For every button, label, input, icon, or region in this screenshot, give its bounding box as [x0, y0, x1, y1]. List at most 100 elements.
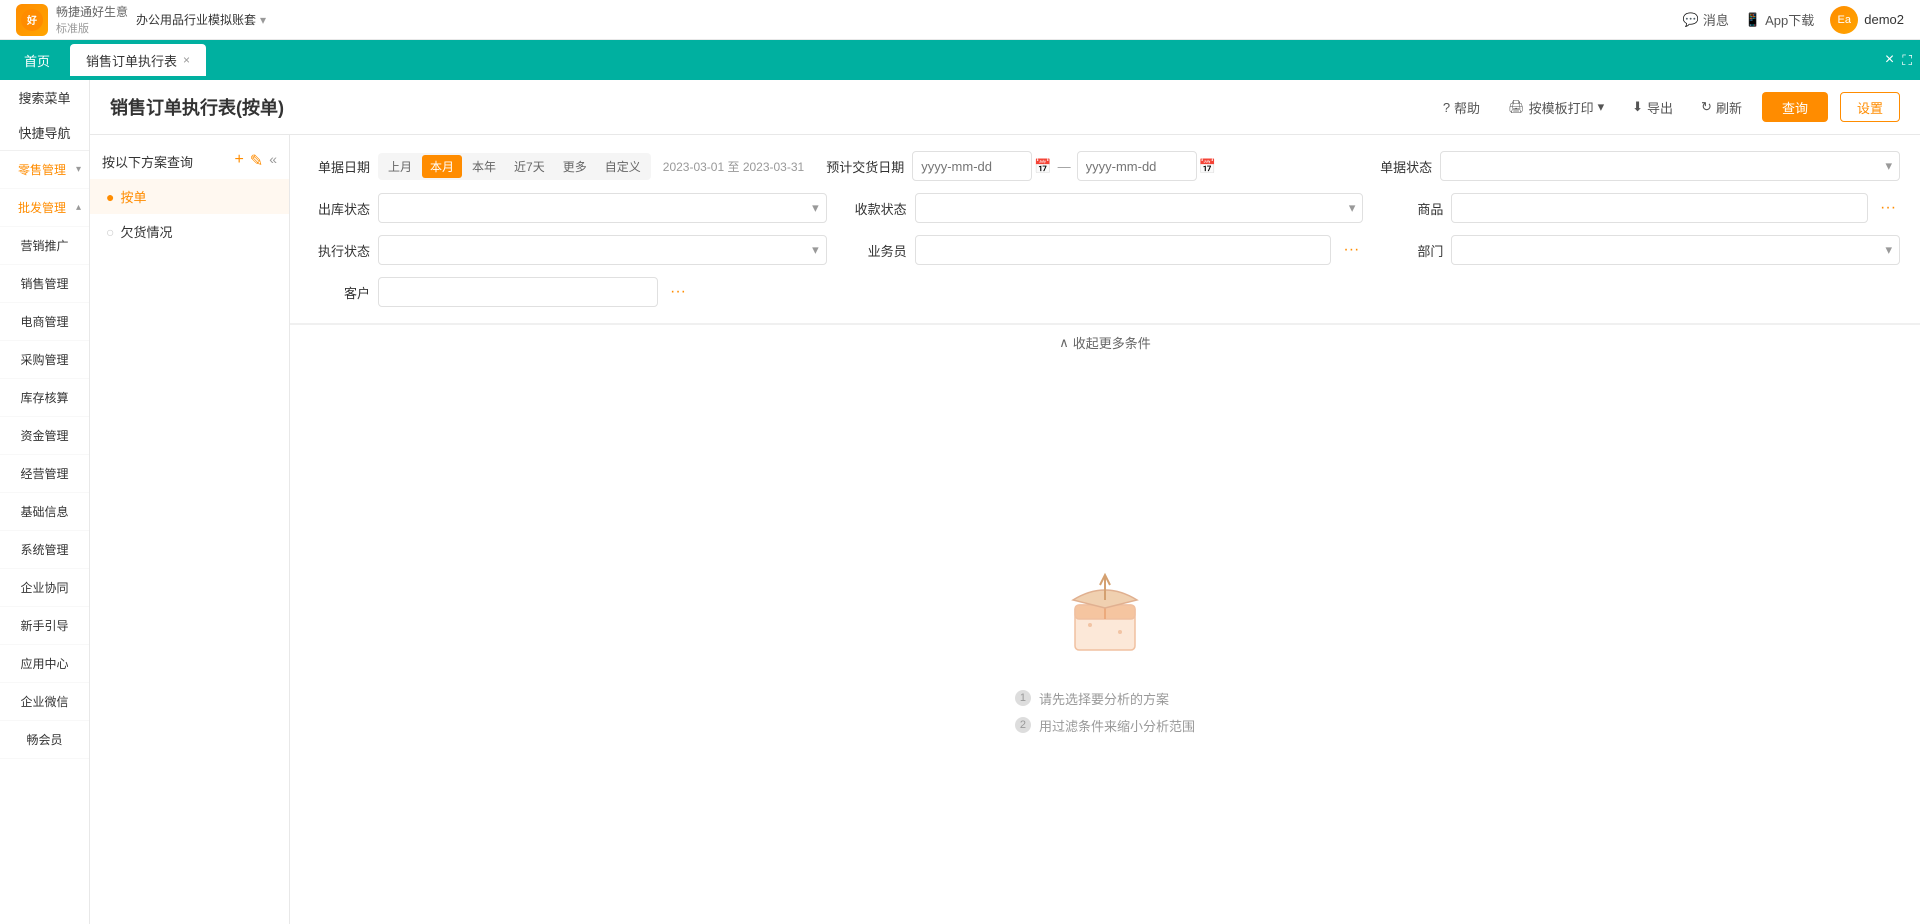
date-range-display: 2023-03-01 至 2023-03-31: [663, 158, 804, 175]
print-chevron-icon: ▾: [1598, 99, 1605, 115]
window-maximize-button[interactable]: ⛶: [1902, 53, 1912, 67]
filter-group-ship-status: 出库状态: [310, 193, 827, 223]
filter-doc-status-label: 单据状态: [1372, 157, 1432, 176]
sidebar-search[interactable]: 搜索菜单: [0, 80, 89, 115]
product-more-icon[interactable]: ···: [1876, 199, 1900, 217]
exec-status-select[interactable]: [378, 235, 827, 265]
logo-text-block: 畅捷通好生意 标准版: [56, 3, 128, 36]
salesperson-input[interactable]: [915, 235, 1332, 265]
dept-select[interactable]: [1451, 235, 1900, 265]
sidebar-item-operations[interactable]: 经营管理: [0, 455, 89, 493]
tab-sales-order-exec[interactable]: 销售订单执行表 ×: [70, 44, 206, 76]
scheme-item-backorder[interactable]: ○ 欠货情况: [90, 214, 289, 249]
predicted-date-end[interactable]: [1077, 151, 1197, 181]
filter-group-predicted-date: 预计交货日期 📅 — 📅: [824, 151, 1352, 181]
body-layout: 按以下方案查询 + ✎ « ● 按单 ○ 欠货情况: [90, 135, 1920, 924]
sidebar-quick-nav[interactable]: 快捷导航: [0, 115, 89, 151]
window-close-button[interactable]: ×: [1885, 52, 1894, 68]
empty-state-image: [1045, 550, 1165, 673]
filter-group-doc-date: 单据日期 上月 本月 本年 近7天 更多 自定义 2023-03-01 至 20…: [310, 153, 804, 180]
right-main: 单据日期 上月 本月 本年 近7天 更多 自定义 2023-03-01 至 20…: [290, 135, 1920, 924]
ship-status-select[interactable]: [378, 193, 827, 223]
filter-ship-status-label: 出库状态: [310, 199, 370, 218]
sidebar: 搜索菜单 快捷导航 零售管理 ▾ 批发管理 ▴ 营销推广 销售管理 电商管理 采…: [0, 80, 90, 924]
scheme-active-icon: ●: [106, 189, 114, 205]
sidebar-item-sales[interactable]: 销售管理: [0, 265, 89, 303]
app-title-chevron: ▾: [260, 13, 266, 27]
sidebar-item-wechat[interactable]: 企业微信: [0, 683, 89, 721]
calendar-start-icon[interactable]: 📅: [1034, 158, 1051, 175]
sidebar-item-system[interactable]: 系统管理: [0, 531, 89, 569]
ship-status-select-wrapper: [378, 193, 827, 223]
help-icon: ?: [1443, 100, 1450, 115]
refresh-icon: ↻: [1701, 99, 1712, 115]
brand-subtitle: 标准版: [56, 20, 128, 36]
sidebar-item-marketing[interactable]: 营销推广: [0, 227, 89, 265]
help-button[interactable]: ? 帮助: [1435, 94, 1488, 121]
settings-button[interactable]: 设置: [1840, 92, 1900, 122]
collect-status-select[interactable]: [915, 193, 1364, 223]
sidebar-item-inventory[interactable]: 库存核算: [0, 379, 89, 417]
print-button[interactable]: 🖨 按模板打印 ▾: [1500, 94, 1612, 121]
collapse-left-panel-icon[interactable]: «: [269, 151, 277, 171]
query-button[interactable]: 查询: [1762, 92, 1828, 122]
sidebar-item-basic-info[interactable]: 基础信息: [0, 493, 89, 531]
date-quick-btns: 上月 本月 本年 近7天 更多 自定义: [378, 153, 651, 180]
date-btn-last-month[interactable]: 上月: [380, 155, 420, 178]
tip-num-1: 1: [1015, 690, 1031, 706]
app-title[interactable]: 办公用品行业模拟账套 ▾: [136, 11, 266, 28]
sidebar-item-collab[interactable]: 企业协同: [0, 569, 89, 607]
sidebar-item-new-user[interactable]: 新手引导: [0, 607, 89, 645]
content-area: 销售订单执行表(按单) ? 帮助 🖨 按模板打印 ▾ ⬇ 导出 ↻ 刷新: [90, 80, 1920, 924]
logo-icon: 好: [16, 4, 48, 36]
top-bar-right: 💬 消息 📱 App下载 Ea demo2: [1683, 6, 1904, 34]
doc-status-select[interactable]: [1440, 151, 1900, 181]
filter-group-doc-status: 单据状态: [1372, 151, 1900, 181]
export-button[interactable]: ⬇ 导出: [1624, 94, 1681, 121]
scheme-item-by-order[interactable]: ● 按单: [90, 179, 289, 214]
add-scheme-icon[interactable]: +: [234, 151, 243, 171]
message-button[interactable]: 💬 消息: [1683, 10, 1729, 29]
tab-close-icon[interactable]: ×: [183, 53, 190, 67]
brand-name: 畅捷通好生意: [56, 3, 128, 20]
print-icon: 🖨: [1508, 99, 1525, 115]
top-bar: 好 畅捷通好生意 标准版 办公用品行业模拟账套 ▾ 💬 消息 📱 App下载 E…: [0, 0, 1920, 40]
edit-scheme-icon[interactable]: ✎: [250, 151, 263, 171]
doc-status-select-wrapper: [1440, 151, 1900, 181]
sidebar-item-app-center[interactable]: 应用中心: [0, 645, 89, 683]
filter-doc-date-label: 单据日期: [310, 157, 370, 176]
collapse-more-bar[interactable]: ∧ 收起更多条件: [290, 324, 1920, 360]
dept-select-wrapper: [1451, 235, 1900, 265]
left-panel-header: 按以下方案查询 + ✎ «: [90, 147, 289, 179]
collect-status-select-wrapper: [915, 193, 1364, 223]
date-btn-this-month[interactable]: 本月: [422, 155, 462, 178]
user-name: demo2: [1864, 12, 1904, 27]
customer-more-icon[interactable]: ···: [666, 283, 690, 301]
filter-group-collect-status: 收款状态: [847, 193, 1364, 223]
product-input[interactable]: [1451, 193, 1868, 223]
salesperson-more-icon[interactable]: ···: [1339, 241, 1363, 259]
exec-status-select-wrapper: [378, 235, 827, 265]
sidebar-item-wholesale[interactable]: 批发管理 ▴: [0, 189, 89, 227]
sidebar-item-ecommerce[interactable]: 电商管理: [0, 303, 89, 341]
sidebar-item-purchase[interactable]: 采购管理: [0, 341, 89, 379]
refresh-button[interactable]: ↻ 刷新: [1693, 94, 1750, 121]
tab-home[interactable]: 首页: [8, 44, 66, 76]
sidebar-item-retail[interactable]: 零售管理 ▾: [0, 151, 89, 189]
filter-group-customer: 客户 ···: [310, 277, 690, 307]
filter-group-product: 商品 ···: [1383, 193, 1900, 223]
empty-tip-1: 1 请先选择要分析的方案: [1015, 689, 1195, 708]
calendar-end-icon[interactable]: 📅: [1199, 158, 1216, 175]
date-btn-custom[interactable]: 自定义: [597, 155, 649, 178]
customer-input[interactable]: [378, 277, 658, 307]
user-area[interactable]: Ea demo2: [1830, 6, 1904, 34]
nav-tabs: 首页 销售订单执行表 × × ⛶: [0, 40, 1920, 80]
date-btn-7days[interactable]: 近7天: [506, 155, 553, 178]
sidebar-item-vip[interactable]: 畅会员: [0, 721, 89, 759]
predicted-date-start[interactable]: [912, 151, 1032, 181]
filter-dept-label: 部门: [1383, 241, 1443, 260]
sidebar-item-finance[interactable]: 资金管理: [0, 417, 89, 455]
date-btn-this-year[interactable]: 本年: [464, 155, 504, 178]
date-btn-more[interactable]: 更多: [555, 155, 595, 178]
app-download-button[interactable]: 📱 App下载: [1745, 10, 1814, 29]
